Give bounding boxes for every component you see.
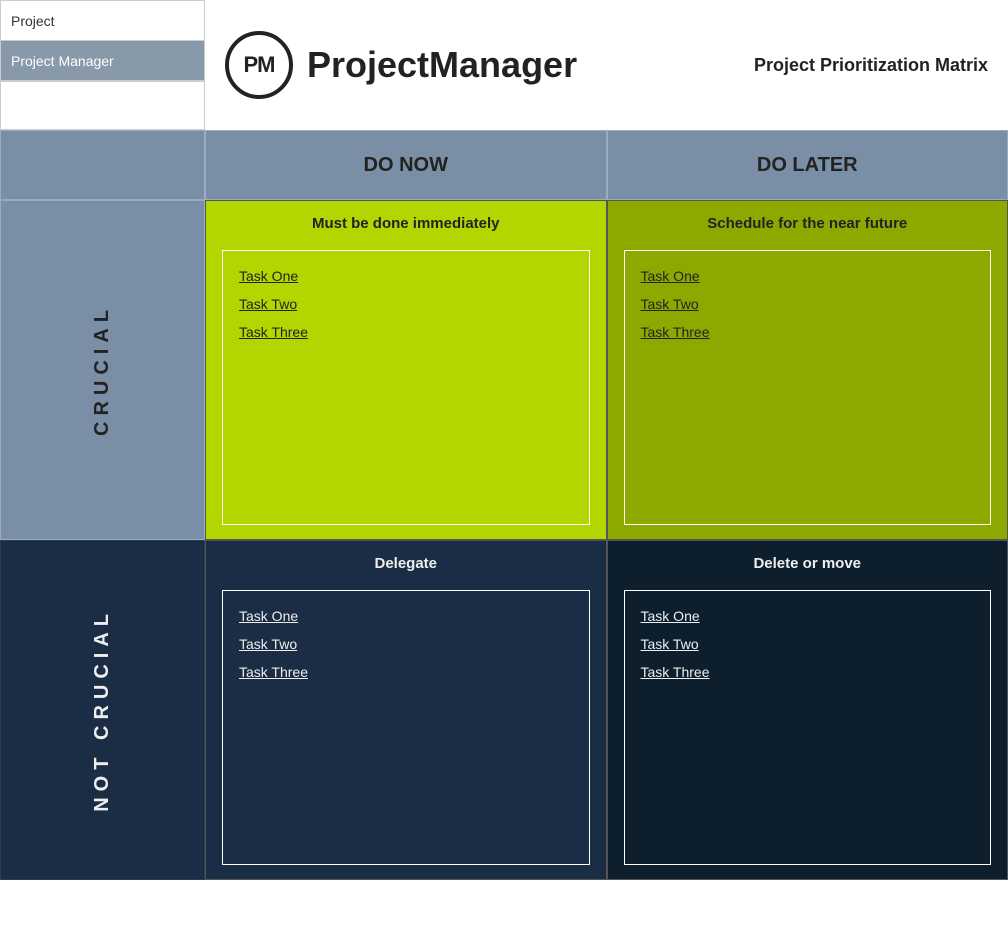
task-link[interactable]: Task One xyxy=(641,265,975,289)
task-link[interactable]: Task One xyxy=(641,605,975,629)
task-link[interactable]: Task Three xyxy=(641,321,975,345)
delegate-header: Delegate xyxy=(222,555,590,572)
project-label: Project xyxy=(1,1,204,41)
task-link[interactable]: Task Three xyxy=(239,321,573,345)
crucial-row-label: CRUCIAL xyxy=(0,200,205,540)
do-now-crucial-header: Must be done immediately xyxy=(222,215,590,232)
logo-area: PM ProjectManager xyxy=(205,0,728,130)
cell-do-later-crucial: Schedule for the near future Task One Ta… xyxy=(607,200,1008,540)
cell-delegate: Delegate Task One Task Two Task Three xyxy=(205,540,607,880)
delegate-task-box: Task One Task Two Task Three xyxy=(222,590,590,865)
project-manager-label: Project Manager xyxy=(1,41,204,81)
crucial-label: CRUCIAL xyxy=(91,304,114,436)
task-link[interactable]: Task Two xyxy=(239,293,573,317)
row-labels-column: CRUCIAL NOT CRUCIAL xyxy=(0,130,205,880)
do-now-crucial-task-box: Task One Task Two Task Three xyxy=(222,250,590,525)
task-link[interactable]: Task Three xyxy=(239,661,573,685)
column-headers: DO NOW DO LATER xyxy=(205,130,1008,200)
app-name: ProjectManager xyxy=(307,44,577,86)
sidebar-header: Project Project Manager xyxy=(0,0,205,130)
crucial-row: Must be done immediately Task One Task T… xyxy=(205,200,1008,540)
sidebar-empty xyxy=(1,81,204,129)
delete-header: Delete or move xyxy=(624,555,992,572)
col-header-do-later: DO LATER xyxy=(607,130,1008,200)
cell-delete: Delete or move Task One Task Two Task Th… xyxy=(607,540,1008,880)
task-link[interactable]: Task Two xyxy=(239,633,573,657)
task-link[interactable]: Task One xyxy=(239,265,573,289)
not-crucial-row-label: NOT CRUCIAL xyxy=(0,540,205,880)
row-label-spacer xyxy=(0,130,205,200)
do-later-crucial-header: Schedule for the near future xyxy=(624,215,992,232)
pm-logo: PM ProjectManager xyxy=(225,31,577,99)
col-header-do-now: DO NOW xyxy=(205,130,607,200)
task-link[interactable]: Task Two xyxy=(641,633,975,657)
do-later-crucial-task-box: Task One Task Two Task Three xyxy=(624,250,992,525)
cell-do-now-crucial: Must be done immediately Task One Task T… xyxy=(205,200,607,540)
matrix-grid: DO NOW DO LATER Must be done immediately… xyxy=(205,130,1008,880)
not-crucial-label: NOT CRUCIAL xyxy=(91,608,114,812)
matrix-container: CRUCIAL NOT CRUCIAL DO NOW DO LATER Must… xyxy=(0,130,1008,880)
page-title: Project Prioritization Matrix xyxy=(754,55,988,76)
not-crucial-row: Delegate Task One Task Two Task Three De… xyxy=(205,540,1008,880)
matrix-rows: Must be done immediately Task One Task T… xyxy=(205,200,1008,880)
page-title-area: Project Prioritization Matrix xyxy=(728,0,1008,130)
task-link[interactable]: Task Three xyxy=(641,661,975,685)
task-link[interactable]: Task Two xyxy=(641,293,975,317)
task-link[interactable]: Task One xyxy=(239,605,573,629)
header: Project Project Manager PM ProjectManage… xyxy=(0,0,1008,130)
delete-task-box: Task One Task Two Task Three xyxy=(624,590,992,865)
pm-circle-icon: PM xyxy=(225,31,293,99)
